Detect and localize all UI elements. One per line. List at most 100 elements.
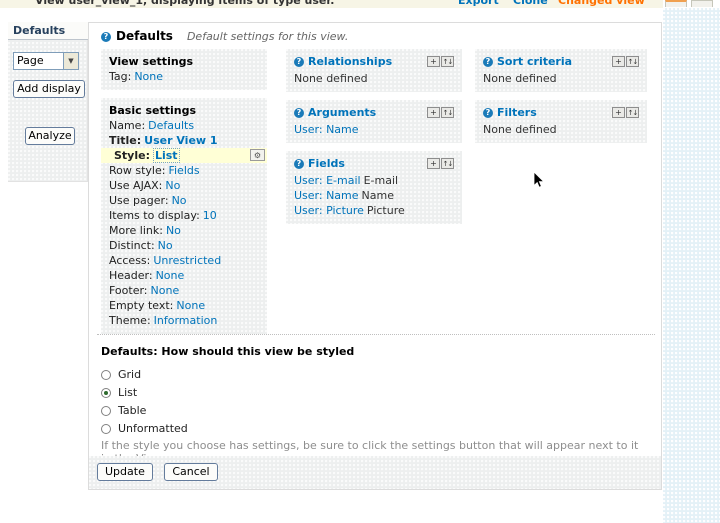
plus-icon[interactable] [612,107,625,118]
analyze-button[interactable]: Analyze [25,127,75,145]
setting-value-link[interactable]: No [166,224,181,237]
setting-value-link[interactable]: Unrestricted [153,254,221,267]
clone-link[interactable]: Clone [513,0,548,7]
views-edit-screen: View user_view_1, displaying items of ty… [0,0,720,523]
field-link[interactable]: User: Name [294,189,359,202]
radio-icon[interactable] [101,406,111,416]
setting-row-name: Name:Defaults [109,118,259,133]
rearrange-arrows-icon[interactable] [441,107,454,118]
rearrange-arrows-icon[interactable] [441,56,454,67]
style-option-table[interactable]: Table [101,403,188,421]
help-icon[interactable] [294,57,304,67]
relationships-empty-text: None defined [294,71,454,86]
plus-icon[interactable] [427,107,440,118]
style-option-grid[interactable]: Grid [101,367,188,385]
form-actions: Update Cancel [89,456,661,489]
display-type-select[interactable]: Page [13,52,79,70]
plus-icon[interactable] [427,158,440,169]
argument-link[interactable]: User: Name [294,123,359,136]
rearrange-arrows-icon[interactable] [626,107,639,118]
setting-row-distinct: Distinct:No [109,238,259,253]
update-button[interactable]: Update [97,463,153,481]
view-settings-box: View settings Tag:None [101,49,267,90]
setting-value-link[interactable]: None [156,269,185,282]
setting-value-link[interactable]: None [151,284,180,297]
help-icon[interactable] [294,108,304,118]
view-title: View user_view_1, displaying items of ty… [35,0,334,7]
setting-value-link[interactable]: List [153,148,180,163]
setting-row-theme: Theme:Information [109,313,259,328]
setting-value-link[interactable]: User View 1 [144,134,217,147]
setting-value-link[interactable]: Fields [168,164,199,177]
setting-value-link[interactable]: None [134,70,163,83]
setting-label: Style: [109,149,150,162]
setting-label: More link: [109,224,163,237]
setting-label: Row style: [109,164,165,177]
rearrange-arrows-icon[interactable] [626,56,639,67]
view-settings-title: View settings [109,54,259,69]
plus-icon[interactable] [612,56,625,67]
setting-row-title: Title:User View 1 [109,133,259,148]
view-summary-panel: DefaultsDefault settings for this view. … [88,22,662,490]
panel-header: DefaultsDefault settings for this view. [101,29,348,43]
arguments-section-title[interactable]: Arguments [308,106,376,119]
basic-settings-box: Basic settings Name:Defaults Title:User … [101,98,267,334]
sidebar-tab-defaults[interactable]: Defaults [8,22,88,40]
setting-value-link[interactable]: No [165,179,180,192]
radio-icon[interactable] [101,424,111,434]
radio-icon[interactable] [101,370,111,380]
style-option-label: Grid [118,368,141,381]
setting-label: Access: [109,254,150,267]
setting-value-link[interactable]: No [158,239,173,252]
page-background [663,8,720,523]
display-type-value: Page [14,54,44,67]
style-option-label: List [118,386,137,399]
radio-checked-icon[interactable] [101,388,111,398]
setting-value-link[interactable]: No [172,194,187,207]
setting-row-row-style: Row style:Fields [109,163,259,178]
plus-icon[interactable] [427,56,440,67]
setting-label: Title: [109,134,141,147]
panel-title: Defaults [116,29,173,43]
changed-view-notice: Changed view [558,0,645,7]
relationships-section-title[interactable]: Relationships [308,55,392,68]
export-link[interactable]: Export [458,0,499,7]
filters-section-title[interactable]: Filters [497,106,537,119]
sort-criteria-section-title[interactable]: Sort criteria [497,55,572,68]
help-icon[interactable] [294,159,304,169]
field-item: User: PicturePicture [294,203,454,218]
window-tab-fragment [691,0,713,7]
add-display-button[interactable]: Add display [13,80,85,98]
fields-section-title[interactable]: Fields [308,157,345,170]
setting-row-header: Header:None [109,268,259,283]
filters-empty-text: None defined [483,122,639,137]
arguments-box: Arguments User: Name [286,100,462,143]
rearrange-arrows-icon[interactable] [441,158,454,169]
chevron-down-icon[interactable] [63,53,78,69]
style-option-label: Unformatted [118,422,188,435]
field-link[interactable]: User: Picture [294,204,364,217]
mouse-cursor-icon [533,172,545,189]
setting-value-link[interactable]: None [176,299,205,312]
setting-value-link[interactable]: Defaults [148,119,194,132]
summary-column-2: Relationships None defined Arguments Use… [286,49,462,232]
argument-item: User: Name [294,122,454,137]
setting-label: Distinct: [109,239,155,252]
style-option-unformatted[interactable]: Unformatted [101,421,188,439]
setting-value-link[interactable]: Information [154,314,218,327]
help-icon[interactable] [483,57,493,67]
setting-label: Use AJAX: [109,179,162,192]
setting-value-link[interactable]: 10 [203,209,217,222]
style-form-heading: Defaults: How should this view be styled [101,345,354,358]
cancel-button[interactable]: Cancel [164,463,217,481]
setting-label: Header: [109,269,153,282]
setting-label: Tag: [109,70,131,83]
style-option-list[interactable]: List [101,385,188,403]
help-icon[interactable] [101,32,111,42]
setting-row-more-link: More link:No [109,223,259,238]
gear-icon[interactable] [250,149,265,161]
help-icon[interactable] [483,108,493,118]
style-options: Grid List Table Unformatted [101,367,188,439]
field-link[interactable]: User: E-mail [294,174,361,187]
setting-row-use-ajax: Use AJAX:No [109,178,259,193]
